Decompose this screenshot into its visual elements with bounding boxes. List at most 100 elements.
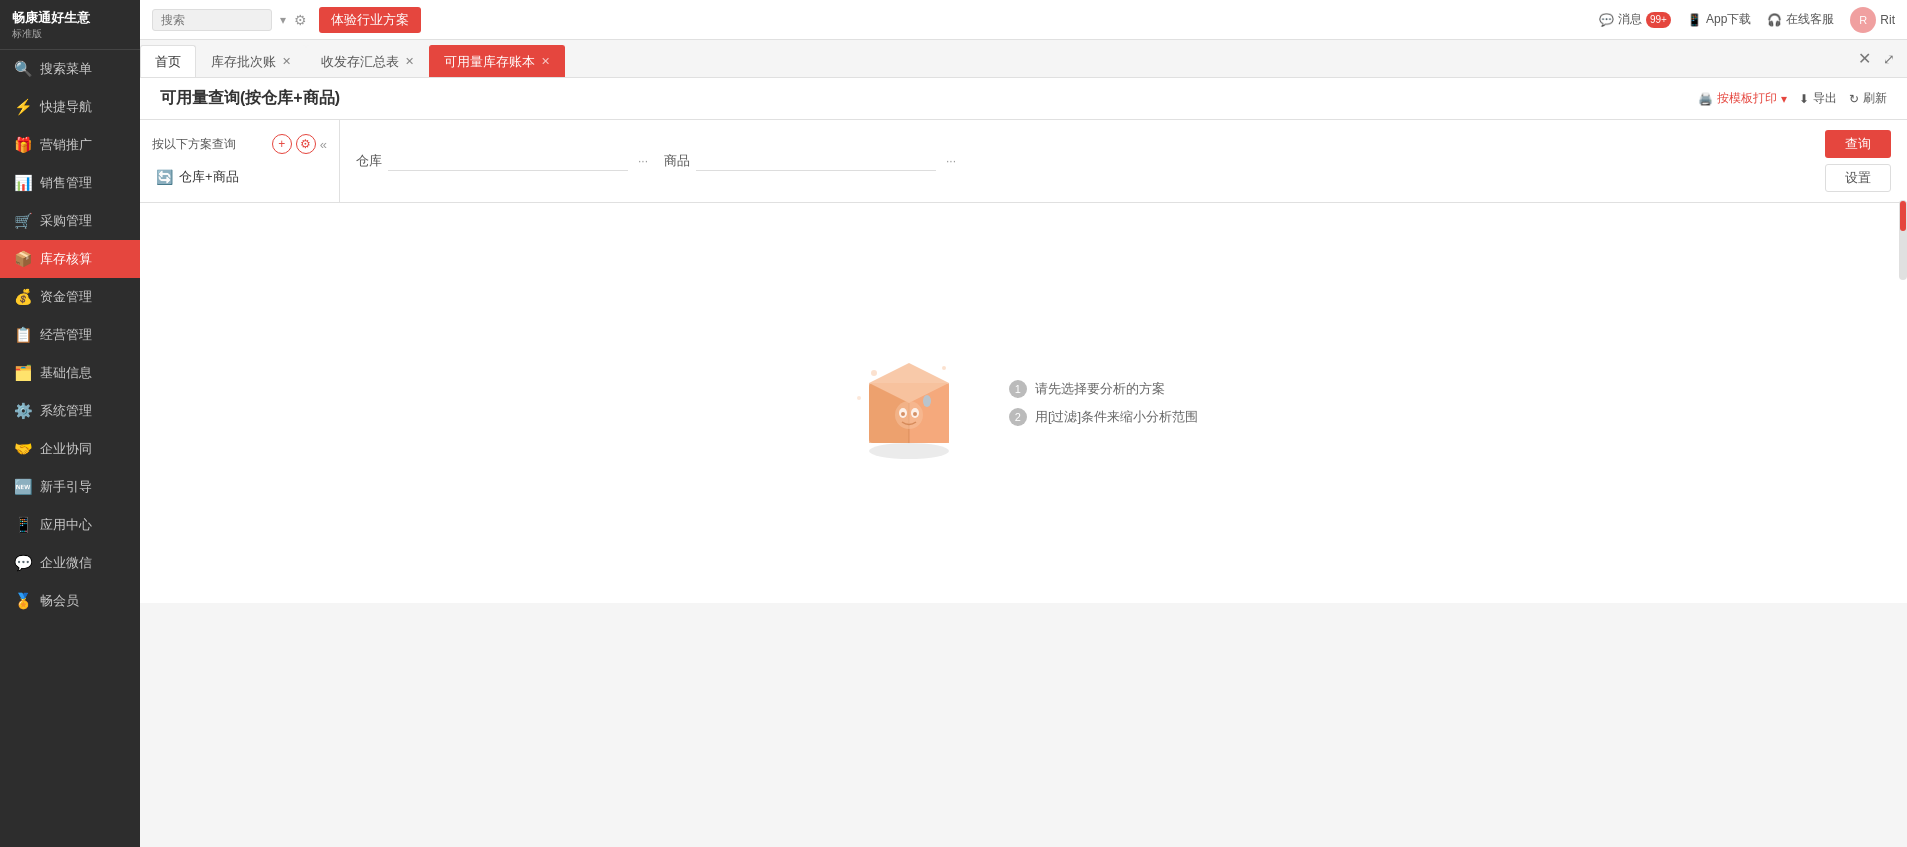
message-label: 消息 bbox=[1618, 11, 1642, 28]
sidebar-label-shortcut: 快捷导航 bbox=[40, 98, 92, 116]
tab-home[interactable]: 首页 bbox=[140, 45, 196, 77]
chevron-down-icon[interactable]: ▾ bbox=[280, 13, 286, 27]
sidebar-label-inventory: 库存核算 bbox=[40, 250, 92, 268]
empty-box-svg bbox=[849, 343, 969, 463]
sidebar-item-basic[interactable]: 🗂️基础信息 bbox=[0, 354, 140, 392]
page-title: 可用量查询(按仓库+商品) bbox=[160, 88, 340, 109]
hint-number-1: 1 bbox=[1009, 380, 1027, 398]
product-label: 商品 bbox=[664, 152, 690, 170]
tabbar-actions: ✕ ⤢ bbox=[1854, 40, 1907, 77]
scheme-item-warehouse-product[interactable]: 🔄 仓库+商品 bbox=[140, 162, 339, 192]
warehouse-input[interactable] bbox=[388, 151, 628, 171]
tab-label-home: 首页 bbox=[155, 53, 181, 71]
collapse-scheme-button[interactable]: « bbox=[320, 137, 327, 152]
sidebar-item-purchase[interactable]: 🛒 采购管理 bbox=[0, 202, 140, 240]
sidebar-label-marketing: 营销推广 bbox=[40, 136, 92, 154]
svg-point-9 bbox=[901, 412, 905, 416]
sidebar-label-partner: 企业协同 bbox=[40, 440, 92, 458]
sidebar-item-member[interactable]: 🏅畅会员 bbox=[0, 582, 140, 620]
query-button[interactable]: 查询 bbox=[1825, 130, 1891, 158]
sidebar-item-partner[interactable]: 🤝 企业协同 bbox=[0, 430, 140, 468]
purchase-icon: 🛒 bbox=[14, 212, 32, 230]
empty-state: 1 请先选择要分析的方案 2 用[过滤]条件来缩小分析范围 bbox=[140, 203, 1907, 603]
service-button[interactable]: 🎧 在线客服 bbox=[1767, 11, 1834, 28]
industry-button[interactable]: 体验行业方案 bbox=[319, 7, 421, 33]
refresh-icon: ↻ bbox=[1849, 92, 1859, 106]
scheme-item-label: 仓库+商品 bbox=[179, 168, 239, 186]
finance-icon: 💰 bbox=[14, 288, 32, 306]
warehouse-label: 仓库 bbox=[356, 152, 382, 170]
warehouse-more-button[interactable]: ··· bbox=[638, 154, 648, 168]
message-badge: 99+ bbox=[1646, 12, 1671, 28]
sidebar-logo-sub: 标准版 bbox=[12, 27, 128, 41]
sidebar-item-marketing[interactable]: 🎁 营销推广 bbox=[0, 126, 140, 164]
sidebar-item-system[interactable]: ⚙️系统管理 bbox=[0, 392, 140, 430]
scheme-panel-header: 按以下方案查询 + ⚙ « bbox=[140, 130, 339, 162]
sidebar-label-search: 搜索菜单 bbox=[40, 60, 92, 78]
marketing-icon: 🎁 bbox=[14, 136, 32, 154]
sidebar-item-guide[interactable]: 🆕新手引导 bbox=[0, 468, 140, 506]
main-area: ▾ ⚙ 体验行业方案 💬 消息 99+ 📱 App下载 🎧 在线客服 R Rit bbox=[140, 0, 1907, 847]
expand-button[interactable]: ⤢ bbox=[1879, 47, 1899, 71]
tab-label-summary: 收发存汇总表 bbox=[321, 53, 399, 71]
sidebar-item-operations[interactable]: 📋 经营管理 bbox=[0, 316, 140, 354]
template-print-button[interactable]: 🖨️ 按模板打印 ▾ bbox=[1698, 90, 1787, 107]
settings-button[interactable]: 设置 bbox=[1825, 164, 1891, 192]
close-tab-available[interactable]: ✕ bbox=[541, 55, 550, 68]
scrollbar-thumb bbox=[1900, 201, 1906, 231]
tab-batch[interactable]: 库存批次账✕ bbox=[196, 45, 306, 77]
search-input[interactable] bbox=[152, 9, 272, 31]
sidebar-item-finance[interactable]: 💰 资金管理 bbox=[0, 278, 140, 316]
partner-icon: 🤝 bbox=[14, 440, 32, 458]
hint-text-1: 请先选择要分析的方案 bbox=[1035, 380, 1165, 398]
scheme-label: 按以下方案查询 bbox=[152, 136, 236, 153]
sidebar-item-shortcut[interactable]: ⚡ 快捷导航 bbox=[0, 88, 140, 126]
gear-icon[interactable]: ⚙ bbox=[294, 12, 307, 28]
product-filter-group: 商品 ··· bbox=[664, 151, 956, 171]
product-input[interactable] bbox=[696, 151, 936, 171]
topbar-right: 💬 消息 99+ 📱 App下载 🎧 在线客服 R Rit bbox=[1599, 7, 1895, 33]
user-menu[interactable]: R Rit bbox=[1850, 7, 1895, 33]
settings-scheme-button[interactable]: ⚙ bbox=[296, 134, 316, 154]
add-scheme-button[interactable]: + bbox=[272, 134, 292, 154]
svg-point-13 bbox=[942, 366, 946, 370]
svg-point-14 bbox=[857, 396, 861, 400]
export-icon: ⬇ bbox=[1799, 92, 1809, 106]
sidebar-item-search[interactable]: 🔍搜索菜单 bbox=[0, 50, 140, 88]
query-area: 按以下方案查询 + ⚙ « 🔄 仓库+商品 仓库 ··· bbox=[140, 120, 1907, 203]
close-tab-batch[interactable]: ✕ bbox=[282, 55, 291, 68]
sidebar-label-operations: 经营管理 bbox=[40, 326, 92, 344]
app-download-button[interactable]: 📱 App下载 bbox=[1687, 11, 1751, 28]
sidebar-label-purchase: 采购管理 bbox=[40, 212, 92, 230]
empty-hint-1: 1 请先选择要分析的方案 bbox=[1009, 380, 1198, 398]
sidebar-item-sales[interactable]: 📊销售管理 bbox=[0, 164, 140, 202]
sidebar-item-apps[interactable]: 📱应用中心 bbox=[0, 506, 140, 544]
export-label: 导出 bbox=[1813, 90, 1837, 107]
tab-available[interactable]: 可用量库存账本✕ bbox=[429, 45, 565, 77]
tab-summary[interactable]: 收发存汇总表 ✕ bbox=[306, 45, 429, 77]
tabbar: 首页库存批次账✕收发存汇总表✕可用量库存账本✕ ✕ ⤢ bbox=[140, 40, 1907, 78]
sidebar-label-wechat: 企业微信 bbox=[40, 554, 92, 572]
close-tab-button[interactable]: ✕ bbox=[1854, 45, 1875, 72]
right-scrollbar[interactable] bbox=[1899, 200, 1907, 280]
page-header: 可用量查询(按仓库+商品) 🖨️ 按模板打印 ▾ ⬇ 导出 ↻ 刷新 bbox=[140, 78, 1907, 120]
filter-actions: 查询 设置 bbox=[1825, 130, 1891, 192]
app-label: App下载 bbox=[1706, 11, 1751, 28]
sidebar-header: 畅康通好生意 标准版 bbox=[0, 0, 140, 50]
shortcut-icon: ⚡ bbox=[14, 98, 32, 116]
sidebar-label-finance: 资金管理 bbox=[40, 288, 92, 306]
message-button[interactable]: 💬 消息 99+ bbox=[1599, 11, 1671, 28]
wechat-icon: 💬 bbox=[14, 554, 32, 572]
page-actions: 🖨️ 按模板打印 ▾ ⬇ 导出 ↻ 刷新 bbox=[1698, 90, 1887, 107]
export-button[interactable]: ⬇ 导出 bbox=[1799, 90, 1837, 107]
operations-icon: 📋 bbox=[14, 326, 32, 344]
service-label: 在线客服 bbox=[1786, 11, 1834, 28]
refresh-button[interactable]: ↻ 刷新 bbox=[1849, 90, 1887, 107]
warehouse-filter-group: 仓库 ··· bbox=[356, 151, 648, 171]
sidebar: 畅康通好生意 标准版 🔍搜索菜单 ⚡ 快捷导航 🎁 营销推广 📊销售管理 🛒 采购管理 📦库存核… bbox=[0, 0, 140, 847]
close-tab-summary[interactable]: ✕ bbox=[405, 55, 414, 68]
svg-point-11 bbox=[923, 395, 931, 407]
product-more-button[interactable]: ··· bbox=[946, 154, 956, 168]
sidebar-item-wechat[interactable]: 💬 企业微信 bbox=[0, 544, 140, 582]
sidebar-item-inventory[interactable]: 📦库存核算 bbox=[0, 240, 140, 278]
